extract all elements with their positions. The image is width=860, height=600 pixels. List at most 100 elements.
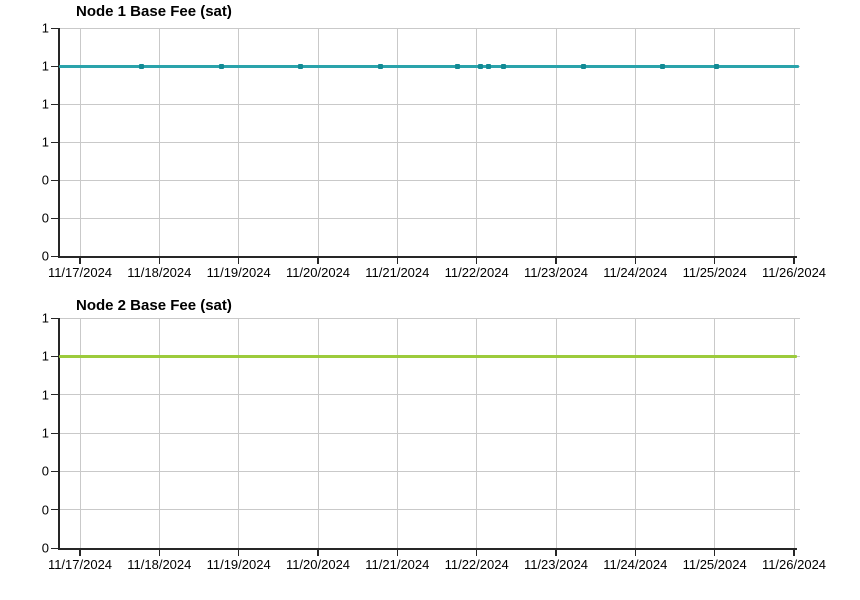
x-axis-line: [58, 548, 797, 550]
y-tick-mark: [51, 103, 58, 105]
v-gridline: [476, 28, 478, 256]
x-tick-label: 11/17/2024: [47, 265, 113, 280]
y-tick-label: 1: [41, 134, 49, 150]
v-gridline: [238, 318, 240, 548]
x-tick-label: 11/20/2024: [285, 265, 351, 280]
x-tick-mark: [793, 258, 795, 264]
x-tick-mark: [475, 258, 478, 264]
v-gridline: [317, 318, 319, 548]
y-tick-mark: [51, 470, 58, 472]
x-tick-label: 11/24/2024: [603, 265, 668, 280]
v-gridline: [396, 28, 398, 256]
x-tick-mark: [555, 550, 557, 556]
x-tick-label: 11/24/2024: [603, 557, 668, 572]
x-tick-mark: [713, 550, 716, 556]
y-tick-label: 1: [41, 387, 49, 403]
x-tick-mark: [793, 550, 795, 556]
v-gridline: [476, 318, 478, 548]
series-line-1: [59, 64, 799, 68]
x-tick-mark: [237, 258, 240, 264]
x-tick-mark: [158, 258, 161, 264]
x-tick-label: 11/19/2024: [206, 265, 271, 280]
y-tick-mark: [51, 217, 58, 219]
data-point-marker: [500, 63, 506, 69]
y-tick-label: 1: [41, 348, 49, 364]
y-tick-mark: [51, 317, 58, 319]
x-tick-mark: [396, 550, 399, 556]
v-gridline: [317, 28, 319, 256]
x-tick-label: 11/26/2024: [761, 265, 827, 280]
v-gridline: [634, 318, 636, 548]
x-tick-label: 11/22/2024: [444, 265, 509, 280]
data-point-marker: [485, 63, 491, 69]
data-point-marker: [378, 63, 384, 69]
y-tick-mark: [51, 141, 58, 143]
data-point-marker: [714, 63, 720, 69]
h-gridline: [60, 141, 800, 143]
data-point-marker: [659, 63, 665, 69]
h-gridline: [60, 103, 800, 105]
v-gridline: [79, 318, 81, 548]
y-tick-label: 0: [41, 210, 49, 226]
x-tick-label: 11/23/2024: [523, 265, 589, 280]
h-gridline: [60, 179, 800, 181]
x-tick-mark: [237, 550, 240, 556]
x-tick-mark: [475, 550, 478, 556]
y-tick-label: 1: [41, 58, 49, 74]
y-tick-label: 0: [41, 540, 49, 556]
chart-title: Node 2 Base Fee (sat): [76, 297, 232, 314]
y-tick-label: 0: [41, 248, 49, 264]
x-axis-line: [58, 256, 797, 258]
v-gridline: [555, 28, 557, 256]
x-tick-label: 11/26/2024: [761, 557, 827, 572]
h-gridline: [60, 217, 800, 219]
y-tick-mark: [51, 65, 58, 67]
h-gridline: [60, 509, 800, 511]
chart-title: Node 1 Base Fee (sat): [76, 3, 232, 20]
y-tick-mark: [51, 179, 58, 181]
x-tick-label: 11/23/2024: [523, 557, 589, 572]
y-tick-mark: [51, 255, 58, 257]
data-point-marker: [581, 63, 587, 69]
h-gridline: [60, 394, 800, 396]
x-tick-label: 11/21/2024: [365, 557, 430, 572]
v-gridline: [158, 318, 160, 548]
v-gridline: [79, 28, 81, 256]
v-gridline: [555, 318, 557, 548]
v-gridline: [714, 318, 716, 548]
y-tick-mark: [51, 432, 58, 434]
x-tick-mark: [317, 258, 319, 264]
data-point-marker: [219, 63, 225, 69]
x-tick-mark: [634, 258, 637, 264]
h-gridline: [60, 27, 800, 29]
data-point-marker: [477, 63, 483, 69]
v-gridline: [396, 318, 398, 548]
h-gridline: [60, 432, 800, 434]
data-point-marker: [139, 63, 145, 69]
x-tick-label: 11/19/2024: [206, 557, 271, 572]
h-gridline: [60, 317, 800, 319]
v-gridline: [238, 28, 240, 256]
y-tick-label: 1: [41, 425, 49, 441]
x-tick-mark: [396, 258, 399, 264]
data-point-marker: [298, 63, 304, 69]
x-tick-label: 11/20/2024: [285, 557, 351, 572]
y-tick-mark: [51, 509, 58, 511]
x-tick-label: 11/17/2024: [47, 557, 113, 572]
x-tick-label: 11/25/2024: [682, 557, 747, 572]
y-tick-mark: [51, 355, 58, 357]
x-tick-label: 11/25/2024: [682, 265, 747, 280]
x-tick-mark: [317, 550, 319, 556]
x-tick-mark: [713, 258, 716, 264]
y-tick-mark: [51, 394, 58, 396]
x-tick-label: 11/18/2024: [127, 265, 192, 280]
chart-node2-base-fee: Node 2 Base Fee (sat) 1 1 1 1 0 0 0 11/17/2024 1…: [0, 290, 860, 600]
y-axis-line: [58, 28, 60, 258]
v-gridline: [793, 318, 795, 548]
y-tick-label: 1: [41, 96, 49, 112]
x-tick-label: 11/18/2024: [127, 557, 192, 572]
v-gridline: [634, 28, 636, 256]
data-point-marker: [455, 63, 461, 69]
y-tick-label: 1: [41, 20, 49, 36]
x-tick-mark: [158, 550, 161, 556]
